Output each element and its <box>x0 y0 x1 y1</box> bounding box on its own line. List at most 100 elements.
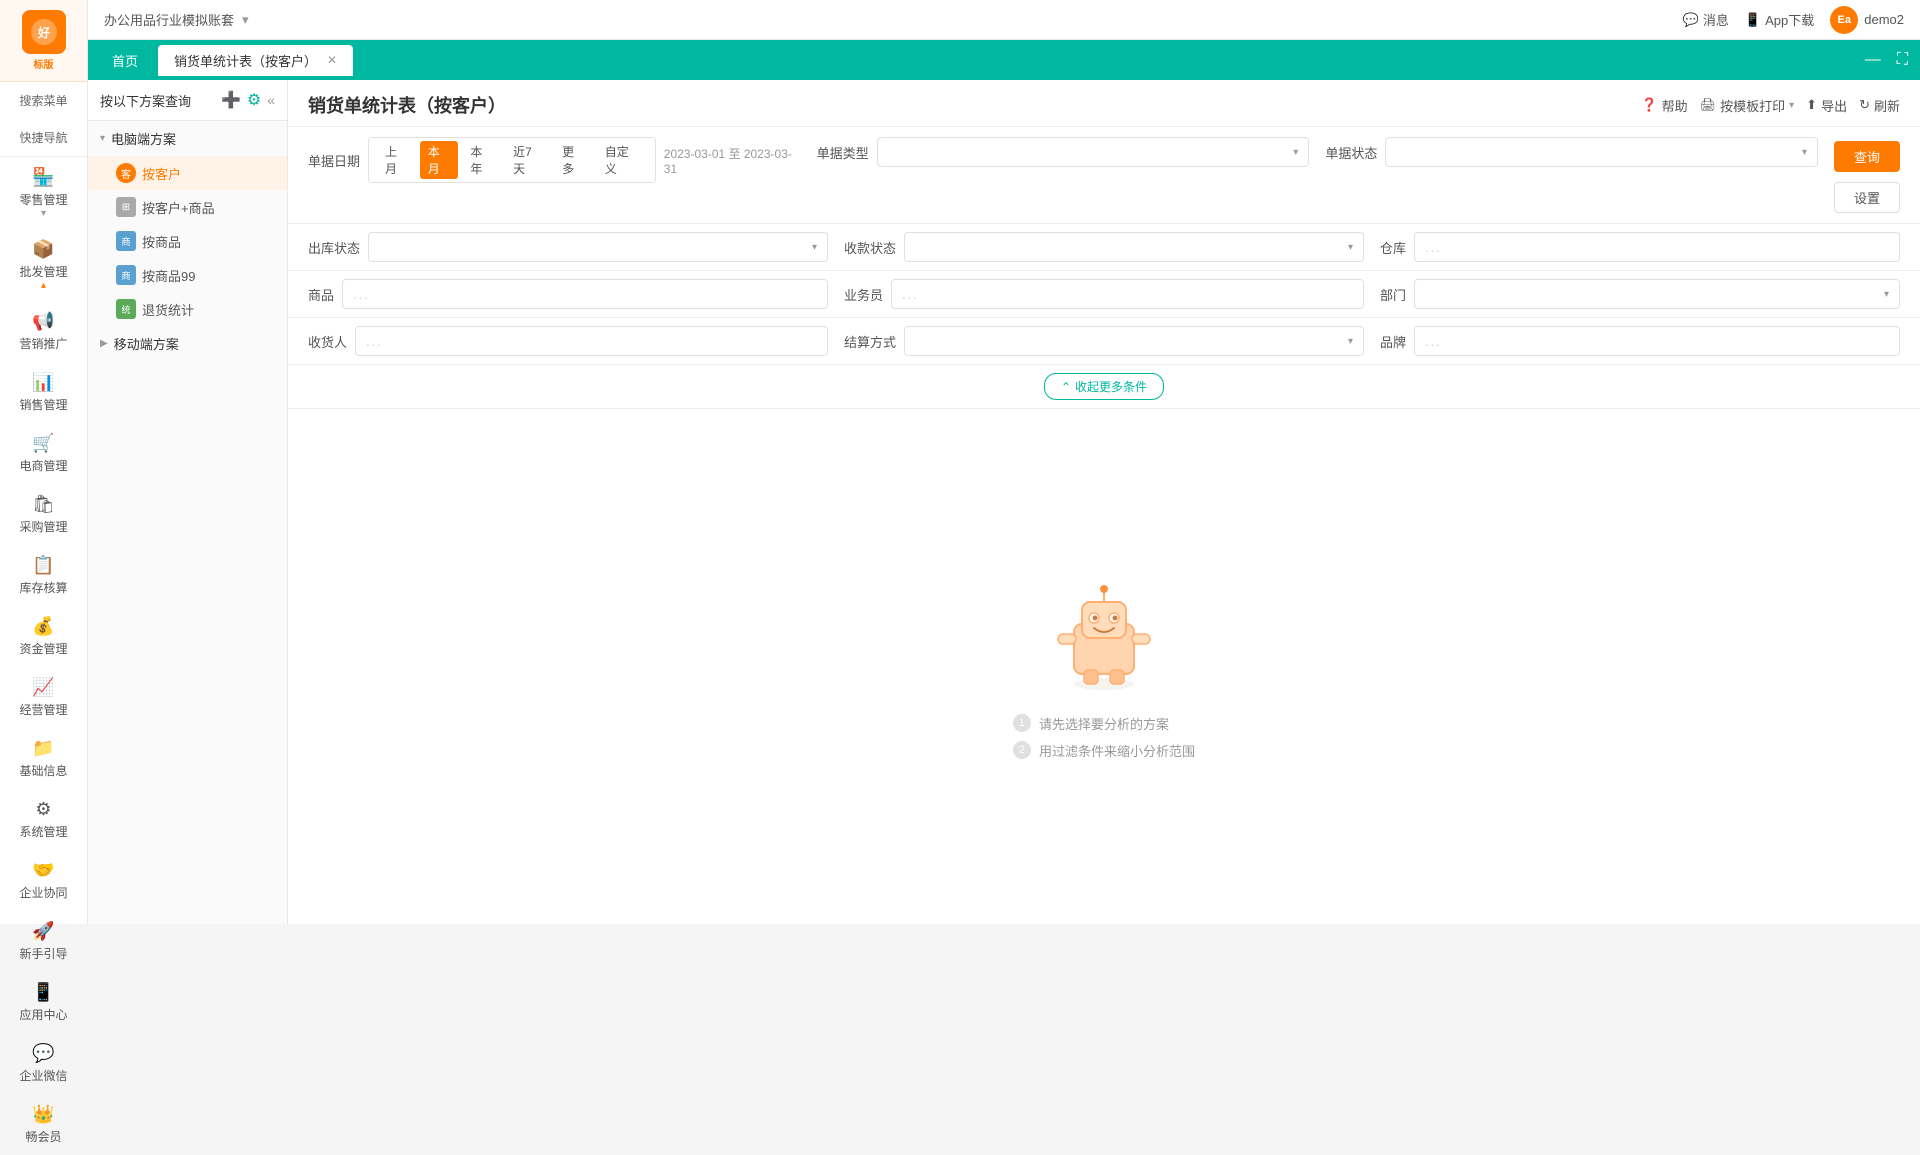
receiver-input[interactable]: ... <box>355 326 828 356</box>
sidebar-item-purchase[interactable]: 🛍 采购管理 <box>0 484 87 545</box>
sidebar-item-ecommerce[interactable]: 🛒 电商管理 <box>0 423 87 484</box>
filter-warehouse-cell: 仓库 ... <box>1380 232 1900 262</box>
scheme-group-mobile: ▶ 移动端方案 <box>88 326 287 361</box>
scheme-item-customer-goods[interactable]: ⊞ 按客户+商品 <box>88 190 287 224</box>
tab-home[interactable]: 首页 <box>96 45 154 76</box>
sidebar-item-basic[interactable]: 📁 基础信息 <box>0 728 87 789</box>
sidebar-item-label-sales: 销售管理 <box>19 396 67 413</box>
help-btn[interactable]: ❓ 帮助 <box>1641 96 1687 115</box>
main-area: 办公用品行业模拟账套 ▾ 💬 消息 📱 App下载 Ea demo2 首页 销货… <box>88 0 1920 924</box>
scheme-item-by-customer[interactable]: 客 按客户 <box>88 156 287 190</box>
export-btn[interactable]: ⬆ 导出 <box>1806 96 1847 115</box>
top-header: 办公用品行业模拟账套 ▾ 💬 消息 📱 App下载 Ea demo2 <box>88 0 1920 40</box>
content-area: 按以下方案查询 ➕ ⚙ « ▾ 电脑端方案 客 按客户 ⊞ <box>88 80 1920 924</box>
tab-minimize-btn[interactable]: — <box>1861 47 1885 73</box>
scheme-collapse-btn[interactable]: « <box>267 90 275 110</box>
sidebar-item-apps[interactable]: 📱 应用中心 <box>0 972 87 1033</box>
sidebar-item-label-wechat: 企业微信 <box>19 1067 67 1084</box>
doc-type-label: 单据类型 <box>817 143 869 162</box>
refresh-icon: ↻ <box>1859 97 1870 113</box>
tab-sales-stats-label: 销货单统计表（按客户） <box>174 51 317 70</box>
scheme-add-btn[interactable]: ➕ <box>221 90 241 110</box>
goods-dots: ... <box>353 287 370 302</box>
user-profile-btn[interactable]: Ea demo2 <box>1830 6 1904 34</box>
enterprise-icon: 🤝 <box>32 860 54 881</box>
sidebar-quick-nav[interactable]: 快捷导航 <box>0 119 87 157</box>
tab-maximize-btn[interactable]: ⛶ <box>1893 47 1912 73</box>
collapse-conditions-btn[interactable]: ⌃ 收起更多条件 <box>1044 373 1164 400</box>
logo-icon: 好 <box>22 10 66 54</box>
doc-status-input[interactable]: ▾ <box>1385 137 1818 167</box>
empty-tips: 1 请先选择要分析的方案 2 用过滤条件来缩小分析范围 <box>1013 714 1195 760</box>
warehouse-input[interactable]: ... <box>1414 232 1900 262</box>
scheme-item-label-refund: 退货统计 <box>142 300 194 319</box>
doc-status-label: 单据状态 <box>1325 143 1377 162</box>
date-shortcut-custom[interactable]: 自定义 <box>597 141 647 179</box>
settlement-arrow: ▾ <box>1348 336 1353 347</box>
receiver-dots: ... <box>366 334 383 349</box>
scheme-group-mobile-header[interactable]: ▶ 移动端方案 <box>88 326 287 361</box>
sidebar-search-menu[interactable]: 搜索菜单 <box>0 82 87 119</box>
industry-dropdown-icon[interactable]: ▾ <box>242 12 249 28</box>
scheme-item-refund[interactable]: 统 退货统计 <box>88 292 287 326</box>
brand-input[interactable]: ... <box>1414 326 1900 356</box>
doc-type-input[interactable]: ▾ <box>877 137 1310 167</box>
sidebar-item-finance[interactable]: 💰 资金管理 <box>0 606 87 667</box>
out-status-input[interactable]: ▾ <box>368 232 828 262</box>
date-shortcut-last-month[interactable]: 上月 <box>377 141 416 179</box>
scheme-item-icon-goods-99: 商 <box>116 265 136 285</box>
sidebar-item-wholesale[interactable]: 📦 批发管理 ▴ <box>0 229 87 301</box>
finance-icon: 💰 <box>32 616 54 637</box>
sidebar-item-newbie[interactable]: 🚀 新手引导 <box>0 911 87 972</box>
goods-input[interactable]: ... <box>342 279 828 309</box>
sidebar-item-sales[interactable]: 📊 销售管理 <box>0 362 87 423</box>
staff-input[interactable]: ... <box>891 279 1364 309</box>
print-btn[interactable]: 🖨 按模板打印 ▾ <box>1700 96 1795 115</box>
tip-num-1: 1 <box>1013 714 1031 732</box>
date-shortcut-this-year[interactable]: 本年 <box>462 141 501 179</box>
filter-doc-status-cell: 单据状态 ▾ <box>1325 137 1818 167</box>
scheme-item-goods[interactable]: 商 按商品 <box>88 224 287 258</box>
sidebar-item-marketing[interactable]: 📢 营销推广 <box>0 301 87 362</box>
sidebar-item-member[interactable]: 👑 畅会员 <box>0 1094 87 1155</box>
empty-icon <box>1044 574 1164 694</box>
sidebar-item-inventory[interactable]: 📋 库存核算 <box>0 545 87 606</box>
sidebar-item-operations[interactable]: 📈 经营管理 <box>0 667 87 728</box>
sidebar-item-label-newbie: 新手引导 <box>19 945 67 962</box>
sidebar-item-wechat[interactable]: 💬 企业微信 <box>0 1033 87 1094</box>
tab-close-icon[interactable]: ✕ <box>327 53 337 67</box>
date-filter-group[interactable]: 上月 本月 本年 近7天 更多 自定义 <box>368 137 656 183</box>
date-shortcut-this-month[interactable]: 本月 <box>420 141 459 179</box>
tab-home-label: 首页 <box>112 51 138 70</box>
scheme-settings-btn[interactable]: ⚙ <box>247 90 261 110</box>
scheme-item-icon-customer: 客 <box>116 163 136 183</box>
date-label: 单据日期 <box>308 151 360 170</box>
date-shortcut-7days[interactable]: 近7天 <box>505 141 550 179</box>
dept-label: 部门 <box>1380 285 1406 304</box>
purchase-icon: 🛍 <box>32 494 55 515</box>
page-title: 销货单统计表（按客户） <box>308 92 506 118</box>
message-btn[interactable]: 💬 消息 <box>1683 10 1729 29</box>
query-button[interactable]: 查询 <box>1834 141 1900 172</box>
dept-input[interactable]: ▾ <box>1414 279 1900 309</box>
collection-status-input[interactable]: ▾ <box>904 232 1364 262</box>
app-download-btn[interactable]: 📱 App下载 <box>1745 10 1814 29</box>
refresh-btn[interactable]: ↻ 刷新 <box>1859 96 1900 115</box>
sidebar-item-label-operations: 经营管理 <box>19 701 67 718</box>
settings-button[interactable]: 设置 <box>1834 182 1900 213</box>
sidebar-item-enterprise[interactable]: 🤝 企业协同 <box>0 850 87 911</box>
settlement-input[interactable]: ▾ <box>904 326 1364 356</box>
message-label: 消息 <box>1703 10 1729 29</box>
apps-icon: 📱 <box>32 982 54 1003</box>
collapse-up-icon: ⌃ <box>1061 380 1071 394</box>
scheme-item-label-goods: 按商品 <box>142 232 181 251</box>
scheme-item-goods-99[interactable]: 商 按商品99 <box>88 258 287 292</box>
sidebar-item-label-marketing: 营销推广 <box>19 335 67 352</box>
sidebar-item-retail[interactable]: 🏪 零售管理 ▾ <box>0 157 87 229</box>
date-shortcut-more[interactable]: 更多 <box>554 141 593 179</box>
industry-name: 办公用品行业模拟账套 <box>104 10 234 29</box>
operations-icon: 📈 <box>32 677 54 698</box>
sidebar-item-system[interactable]: ⚙ 系统管理 <box>0 789 87 850</box>
tab-sales-stats[interactable]: 销货单统计表（按客户） ✕ <box>158 45 353 76</box>
scheme-group-desktop-header[interactable]: ▾ 电脑端方案 <box>88 121 287 156</box>
